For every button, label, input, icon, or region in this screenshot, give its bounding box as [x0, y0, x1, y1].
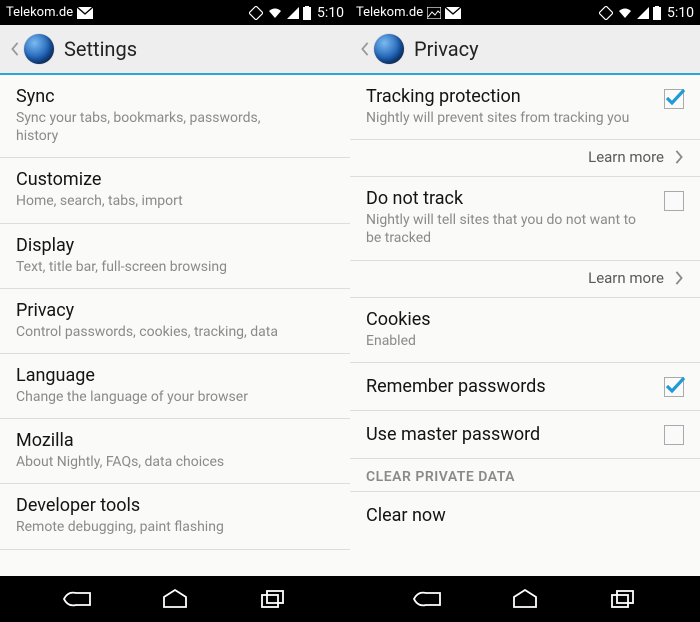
item-subtitle: Nightly will prevent sites from tracking…	[366, 109, 684, 127]
item-cookies[interactable]: Cookies Enabled	[350, 298, 700, 363]
battery-icon	[653, 6, 661, 20]
signal-icon	[637, 7, 649, 19]
status-bar: Telekom.de 5:10	[0, 0, 350, 25]
item-title: Privacy	[16, 300, 334, 321]
settings-list: Sync Sync your tabs, bookmarks, password…	[0, 75, 350, 576]
rotate-icon	[599, 6, 613, 20]
item-master-password[interactable]: Use master password	[350, 411, 700, 459]
globe-icon	[24, 34, 54, 64]
learn-more-dnt[interactable]: Learn more	[350, 261, 700, 298]
image-icon	[427, 7, 441, 19]
rotate-icon	[249, 6, 263, 20]
item-mozilla[interactable]: Mozilla About Nightly, FAQs, data choice…	[0, 419, 350, 484]
item-customize[interactable]: Customize Home, search, tabs, import	[0, 158, 350, 223]
item-title: Clear now	[366, 505, 684, 526]
phone-settings: Telekom.de 5:10 Settings Sync Sync your …	[0, 0, 350, 576]
carrier-label: Telekom.de	[6, 5, 73, 20]
item-subtitle: Home, search, tabs, import	[16, 192, 334, 210]
item-title: Sync	[16, 86, 334, 107]
chevron-right-icon	[674, 150, 684, 164]
learn-more-label: Learn more	[588, 148, 664, 166]
item-developer-tools[interactable]: Developer tools Remote debugging, paint …	[0, 484, 350, 549]
back-icon[interactable]	[358, 42, 372, 56]
checkbox-dnt[interactable]	[664, 191, 684, 211]
item-title: Cookies	[366, 309, 684, 330]
item-title: Use master password	[366, 424, 684, 445]
item-title: Display	[16, 235, 334, 256]
item-subtitle: About Nightly, FAQs, data choices	[16, 453, 334, 471]
battery-icon	[303, 6, 311, 20]
signal-icon	[287, 7, 299, 19]
item-display[interactable]: Display Text, title bar, full-screen bro…	[0, 224, 350, 289]
item-title: Developer tools	[16, 495, 334, 516]
back-icon[interactable]	[8, 42, 22, 56]
checkbox-master[interactable]	[664, 425, 684, 445]
section-title: CLEAR PRIVATE DATA	[366, 469, 684, 485]
globe-icon	[374, 34, 404, 64]
mail-icon	[77, 7, 93, 19]
item-clear-now[interactable]: Clear now	[350, 492, 700, 539]
item-subtitle: Control passwords, cookies, tracking, da…	[16, 323, 334, 341]
system-navbar	[0, 576, 700, 622]
nav-home-button[interactable]	[505, 586, 545, 612]
clock: 5:10	[317, 5, 344, 21]
page-title: Privacy	[414, 37, 479, 61]
wifi-icon	[617, 7, 633, 19]
item-subtitle: Sync your tabs, bookmarks, passwords, hi…	[16, 109, 334, 145]
checkbox-tracking[interactable]	[664, 89, 684, 109]
item-privacy[interactable]: Privacy Control passwords, cookies, trac…	[0, 289, 350, 354]
item-subtitle: Remote debugging, paint flashing	[16, 518, 334, 536]
item-sync[interactable]: Sync Sync your tabs, bookmarks, password…	[0, 75, 350, 158]
item-language[interactable]: Language Change the language of your bro…	[0, 354, 350, 419]
mail-icon	[445, 7, 461, 19]
privacy-list: Tracking protection Nightly will prevent…	[350, 75, 700, 576]
item-remember-passwords[interactable]: Remember passwords	[350, 363, 700, 411]
item-subtitle: Text, title bar, full-screen browsing	[16, 258, 334, 276]
wifi-icon	[267, 7, 283, 19]
nav-recent-button[interactable]	[253, 586, 293, 612]
phone-privacy: Telekom.de 5:10 Privacy Tracking protect…	[350, 0, 700, 576]
item-title: Tracking protection	[366, 86, 684, 107]
nav-back-button[interactable]	[408, 586, 448, 612]
page-title: Settings	[64, 37, 137, 61]
item-subtitle: Change the language of your browser	[16, 388, 334, 406]
item-title: Do not track	[366, 188, 684, 209]
status-bar: Telekom.de 5:10	[350, 0, 700, 25]
item-tracking-protection[interactable]: Tracking protection Nightly will prevent…	[350, 75, 700, 140]
clock: 5:10	[667, 5, 694, 21]
item-do-not-track[interactable]: Do not track Nightly will tell sites tha…	[350, 177, 700, 260]
item-title: Language	[16, 365, 334, 386]
section-clear-private-data: CLEAR PRIVATE DATA	[350, 459, 700, 492]
checkbox-remember[interactable]	[664, 377, 684, 397]
item-subtitle: Enabled	[366, 332, 684, 350]
item-title: Customize	[16, 169, 334, 190]
chevron-right-icon	[674, 271, 684, 285]
navbar-right	[350, 576, 700, 622]
learn-more-label: Learn more	[588, 269, 664, 287]
item-title: Mozilla	[16, 430, 334, 451]
item-subtitle: Nightly will tell sites that you do not …	[366, 211, 684, 247]
header-settings: Settings	[0, 25, 350, 75]
nav-home-button[interactable]	[155, 586, 195, 612]
learn-more-tracking[interactable]: Learn more	[350, 140, 700, 177]
nav-recent-button[interactable]	[603, 586, 643, 612]
header-privacy: Privacy	[350, 25, 700, 75]
item-title: Remember passwords	[366, 376, 684, 397]
navbar-left	[0, 576, 350, 622]
nav-back-button[interactable]	[58, 586, 98, 612]
carrier-label: Telekom.de	[356, 5, 423, 20]
